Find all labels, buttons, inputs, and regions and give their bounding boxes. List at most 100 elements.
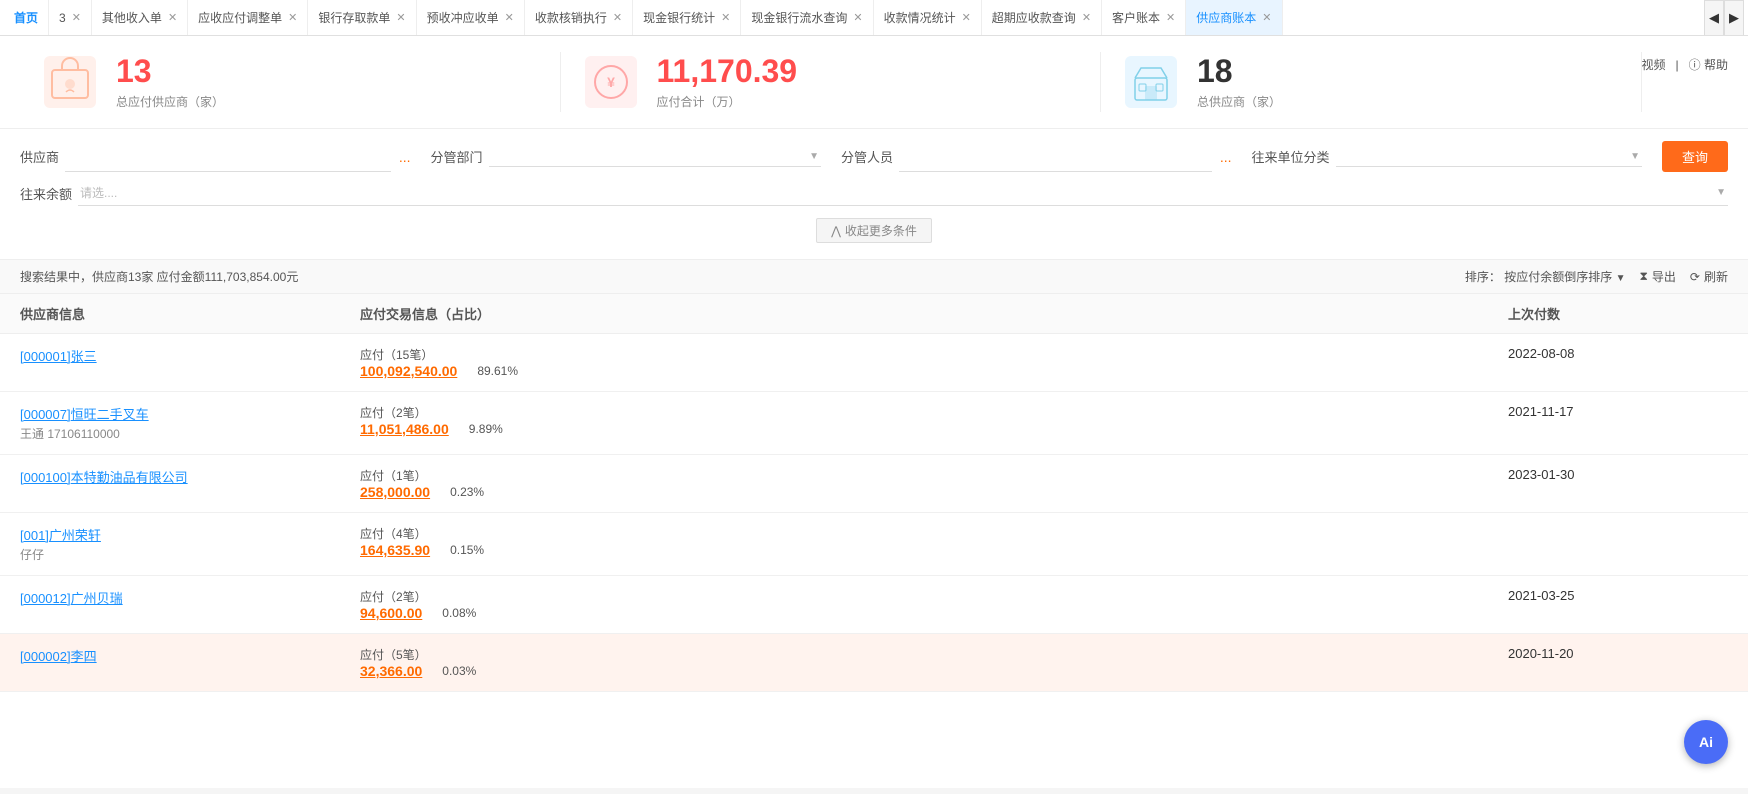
supplier-more-btn[interactable]: ... <box>399 149 411 165</box>
nav-tab-other-income[interactable]: 其他收入单 ✕ <box>92 0 188 36</box>
filter-row-1: 供应商 ... 分管部门 ▼ 分管人员 ... 往来单位分类 ▼ 查询 <box>20 141 1728 172</box>
sort-value[interactable]: 按应付余额倒序排序 <box>1504 270 1612 284</box>
payable-amount-4[interactable]: 164,635.90 <box>360 542 430 558</box>
filter-row-2: 往来余额 请选.... ▼ <box>20 180 1728 206</box>
table-area: 供应商信息 应付交易信息（占比） 上次付数 [000001]张三 应付（15笔）… <box>0 294 1748 788</box>
nav-arrow-left[interactable]: ◀ <box>1704 0 1724 36</box>
help-link[interactable]: ⓘ 帮助 <box>1689 56 1728 73</box>
filter-person: 分管人员 ... <box>841 142 1232 172</box>
payable-amount-label: 应付合计（万） <box>657 93 798 110</box>
filter-balance: 往来余额 请选.... ▼ <box>20 180 1728 206</box>
person-input[interactable] <box>899 142 1212 172</box>
payable-pct-4: 0.15% <box>450 543 484 557</box>
supplier-link-1[interactable]: [000001]张三 <box>20 346 360 365</box>
payable-label-6: 应付（5笔） <box>360 646 1508 663</box>
supplier-name-4: 广州荣轩 <box>49 528 101 543</box>
balance-select[interactable]: 请选.... ▼ <box>78 180 1728 206</box>
help-icon: ⓘ <box>1689 58 1701 72</box>
nav-tab-bank-deposit-close[interactable]: ✕ <box>396 11 405 24</box>
nav-tab-overdue-close[interactable]: ✕ <box>1082 11 1091 24</box>
payable-suppliers-label: 总应付供应商（家） <box>116 93 224 110</box>
table-header-payable: 应付交易信息（占比） <box>360 304 1508 323</box>
nav-tab-cash-flow[interactable]: 现金银行流水查询 ✕ <box>741 0 873 36</box>
supplier-name-5: 广州贝瑞 <box>71 591 123 606</box>
table-row: [000001]张三 应付（15笔） 100,092,540.00 89.61%… <box>0 334 1748 392</box>
export-button[interactable]: ⧗ 导出 <box>1639 268 1675 285</box>
nav-tab-prepay-close[interactable]: ✕ <box>505 11 514 24</box>
nav-tab-supplier-account-close[interactable]: ✕ <box>1262 11 1271 24</box>
payable-amount-5[interactable]: 94,600.00 <box>360 605 422 621</box>
table-row: [000012]广州贝瑞 应付（2笔） 94,600.00 0.08% 2021… <box>0 576 1748 634</box>
query-button[interactable]: 查询 <box>1662 141 1728 172</box>
nav-tab-3[interactable]: 3 ✕ <box>49 0 92 36</box>
table-scroll-area: [000001]张三 应付（15笔） 100,092,540.00 89.61%… <box>0 334 1748 788</box>
result-info-text: 搜索结果中，供应商13家 应付金额111,703,854.00元 <box>20 268 298 285</box>
nav-tab-cash-flow-close[interactable]: ✕ <box>853 11 862 24</box>
supplier-name-2: 恒旺二手叉车 <box>71 407 149 422</box>
nav-tab-collect-stat[interactable]: 收款情况统计 ✕ <box>874 0 982 36</box>
nav-bar: 首页 3 ✕ 其他收入单 ✕ 应收应付调整单 ✕ 银行存取款单 ✕ 预收冲应收单… <box>0 0 1748 36</box>
summary-text-payable-suppliers: 13 总应付供应商（家） <box>116 54 224 110</box>
right-actions: 排序： 按应付余额倒序排序 ▼ ⧗ 导出 ⟳ 刷新 <box>1465 268 1728 285</box>
collapse-button[interactable]: ⋀ 收起更多条件 <box>816 218 932 243</box>
payable-amount-6[interactable]: 32,366.00 <box>360 663 422 679</box>
category-filter-label: 往来单位分类 <box>1252 147 1330 166</box>
nav-tab-supplier-account-label: 供应商账本 <box>1196 9 1256 26</box>
nav-tab-home[interactable]: 首页 <box>4 0 49 36</box>
collapse-label: 收起更多条件 <box>845 222 917 239</box>
nav-tab-customer-account-close[interactable]: ✕ <box>1166 11 1175 24</box>
supplier-link-6[interactable]: [000002]李四 <box>20 646 360 665</box>
nav-tab-supplier-account[interactable]: 供应商账本 ✕ <box>1186 0 1282 36</box>
payable-amount-1[interactable]: 100,092,540.00 <box>360 363 457 379</box>
table-header-supplier: 供应商信息 <box>20 304 360 323</box>
ai-button[interactable]: Ai <box>1684 720 1728 764</box>
category-select[interactable]: ▼ <box>1336 147 1642 167</box>
nav-tab-collect-stat-close[interactable]: ✕ <box>962 11 971 24</box>
link-divider: | <box>1676 58 1679 72</box>
sort-label: 排序： 按应付余额倒序排序 ▼ <box>1465 268 1626 285</box>
filter-dept: 分管部门 ▼ <box>431 147 822 167</box>
table-row: [000002]李四 应付（5笔） 32,366.00 0.03% 2020-1… <box>0 634 1748 692</box>
supplier-code-6: [000002] <box>20 649 71 664</box>
refresh-button[interactable]: ⟳ 刷新 <box>1690 268 1728 285</box>
total-suppliers-label: 总供应商（家） <box>1197 93 1281 110</box>
total-suppliers-number: 18 <box>1197 54 1281 89</box>
supplier-link-2[interactable]: [000007]恒旺二手叉车 <box>20 404 360 423</box>
category-chevron-down-icon: ▼ <box>1630 151 1640 162</box>
nav-arrow-right[interactable]: ▶ <box>1724 0 1744 36</box>
nav-tab-collect[interactable]: 收款核销执行 ✕ <box>525 0 633 36</box>
supplier-name-3: 本特勤油品有限公司 <box>71 470 188 485</box>
nav-tab-cash-flow-label: 现金银行流水查询 <box>751 9 847 26</box>
supplier-link-4[interactable]: [001]广州荣轩 <box>20 525 360 544</box>
nav-tab-cash-bank-stat-close[interactable]: ✕ <box>721 11 730 24</box>
nav-tab-ar-adjust[interactable]: 应收应付调整单 ✕ <box>188 0 308 36</box>
supplier-cell-4: [001]广州荣轩 仔仔 <box>20 525 360 563</box>
nav-tab-collect-close[interactable]: ✕ <box>613 11 622 24</box>
nav-tab-prepay[interactable]: 预收冲应收单 ✕ <box>417 0 525 36</box>
nav-tab-ar-adjust-close[interactable]: ✕ <box>288 11 297 24</box>
nav-tab-customer-account[interactable]: 客户账本 ✕ <box>1102 0 1186 36</box>
supplier-link-3[interactable]: [000100]本特勤油品有限公司 <box>20 467 360 486</box>
payable-amount-3[interactable]: 258,000.00 <box>360 484 430 500</box>
dept-select[interactable]: ▼ <box>489 147 821 167</box>
payable-pct-2: 9.89% <box>469 422 503 436</box>
export-label: 导出 <box>1652 268 1676 285</box>
nav-tab-home-label: 首页 <box>14 9 38 26</box>
nav-tab-other-income-close[interactable]: ✕ <box>168 11 177 24</box>
top-right-links: 视频 | ⓘ 帮助 <box>1642 52 1729 73</box>
payable-cell-5: 应付（2笔） 94,600.00 0.08% <box>360 588 1508 621</box>
nav-tab-bank-deposit[interactable]: 银行存取款单 ✕ <box>308 0 416 36</box>
person-more-btn[interactable]: ... <box>1220 149 1232 165</box>
nav-tab-3-close[interactable]: ✕ <box>72 11 81 24</box>
payable-row-4: 164,635.90 0.15% <box>360 542 1508 558</box>
video-link[interactable]: 视频 <box>1642 56 1666 73</box>
payable-amount-2[interactable]: 11,051,486.00 <box>360 421 449 437</box>
supplier-sub-4: 仔仔 <box>20 546 360 563</box>
supplier-cell-5: [000012]广州贝瑞 <box>20 588 360 607</box>
supplier-link-5[interactable]: [000012]广州贝瑞 <box>20 588 360 607</box>
payable-pct-5: 0.08% <box>442 606 476 620</box>
nav-tab-overdue[interactable]: 超期应收款查询 ✕ <box>982 0 1102 36</box>
supplier-input[interactable] <box>65 142 391 172</box>
payable-cell-4: 应付（4笔） 164,635.90 0.15% <box>360 525 1508 558</box>
nav-tab-cash-bank-stat[interactable]: 现金银行统计 ✕ <box>633 0 741 36</box>
